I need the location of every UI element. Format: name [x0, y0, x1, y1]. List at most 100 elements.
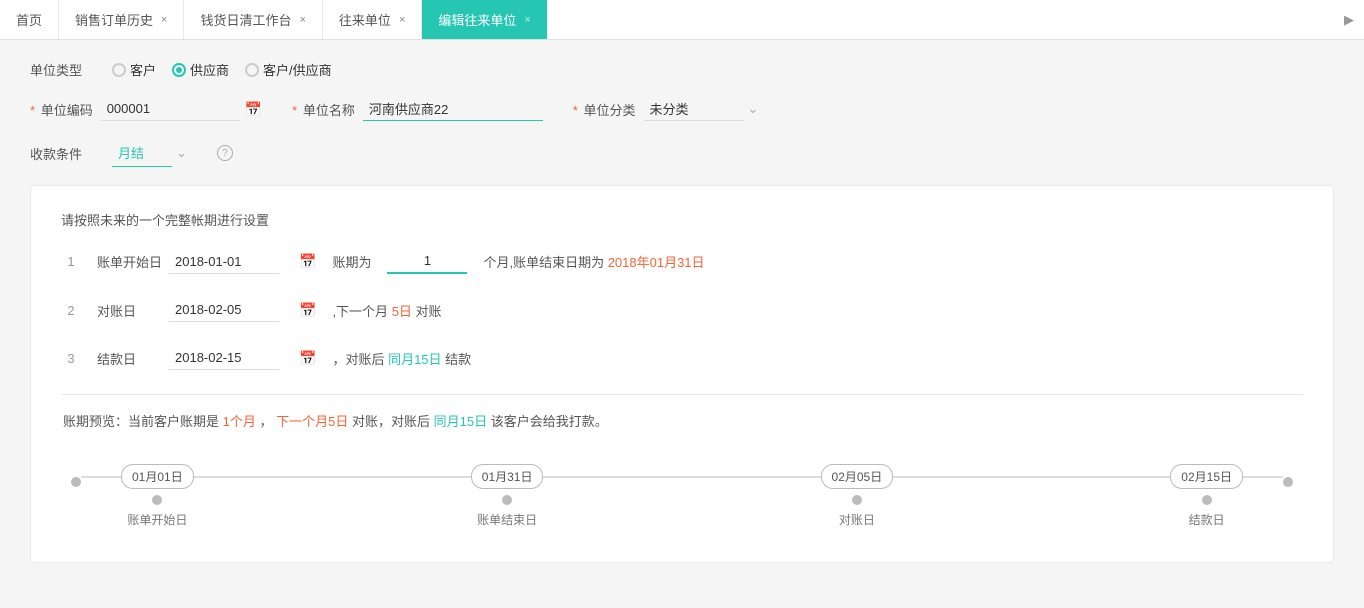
payment-terms-arrow[interactable]: ⌄	[176, 145, 187, 161]
timeline-sublabel-1: 账单开始日	[127, 511, 187, 528]
payment-terms-label: 收款条件	[30, 144, 82, 163]
radio-supplier[interactable]: 供应商	[172, 60, 229, 79]
period-cal-2[interactable]: 📅	[299, 302, 316, 319]
unit-type-radio-group: 客户 供应商 客户/供应商	[112, 60, 332, 79]
timeline-point-4: 02月15日 结款日	[1170, 464, 1243, 528]
unit-class-input[interactable]	[644, 97, 744, 121]
timeline-sublabel-4: 结款日	[1189, 511, 1225, 528]
timeline-right-dot	[1283, 477, 1293, 487]
radio-customer-label: 客户	[130, 60, 156, 79]
tab-home-label: 首页	[16, 10, 42, 29]
period-cal-1[interactable]: 📅	[299, 253, 316, 270]
unit-code-group: * 单位编码 📅	[30, 97, 262, 121]
tab-edit-partner-close[interactable]: ×	[524, 14, 530, 26]
timeline-badge-3: 02月05日	[821, 464, 894, 489]
period-num-2: 2	[61, 303, 81, 318]
tab-partner-unit-close[interactable]: ×	[399, 14, 405, 26]
tab-cash-work-label: 钱货日清工作台	[200, 10, 291, 29]
period-row-1: 1 账单开始日 📅 账期为 个月,账单结束日期为 2018年01月31日	[61, 249, 1303, 274]
unit-class-group: * 单位分类 ⌄	[573, 97, 804, 121]
timeline-dot-2	[502, 495, 512, 505]
tab-sales-history-label: 销售订单历史	[75, 10, 153, 29]
unit-code-label: * 单位编码	[30, 100, 93, 119]
period-row-2: 2 对账日 📅 ,下一个月 5日 对账	[61, 298, 1303, 322]
period-num-1: 1	[61, 254, 81, 269]
unit-class-star: *	[573, 103, 578, 118]
payment-terms-value[interactable]: 月结	[112, 139, 172, 167]
timeline-dot-4	[1202, 495, 1212, 505]
preview-sep1: ，	[260, 414, 273, 429]
payment-terms-dropdown: 月结 ⌄	[112, 139, 187, 167]
period-cal-3[interactable]: 📅	[299, 350, 316, 367]
tab-cash-work-close[interactable]: ×	[299, 14, 305, 26]
timeline-points: 01月01日 账单开始日 01月31日 账单结束日 02月05日 对账日 02月…	[81, 464, 1283, 528]
payment-terms-row: 收款条件 月结 ⌄ ?	[30, 139, 1334, 167]
radio-supplier-circle	[172, 63, 186, 77]
tab-bar: 首页 销售订单历史 × 钱货日清工作台 × 往来单位 × 编辑往来单位 × ▶	[0, 0, 1364, 40]
tab-edit-partner[interactable]: 编辑往来单位 ×	[422, 0, 547, 39]
timeline-badge-2: 01月31日	[471, 464, 544, 489]
timeline-badge-1: 01月01日	[121, 464, 194, 489]
timeline: 01月01日 账单开始日 01月31日 账单结束日 02月05日 对账日 02月…	[81, 454, 1283, 538]
radio-customer-supplier-label: 客户/供应商	[263, 60, 332, 79]
unit-type-label: 单位类型	[30, 60, 82, 79]
timeline-point-3: 02月05日 对账日	[821, 464, 894, 528]
unit-name-input[interactable]	[363, 97, 543, 121]
unit-class-label: * 单位分类	[573, 100, 636, 119]
unit-name-star: *	[292, 103, 297, 118]
unit-code-input[interactable]	[101, 97, 241, 121]
period-desc-2: ,下一个月 5日 对账	[332, 301, 441, 320]
period-num-3: 3	[61, 351, 81, 366]
unit-code-input-wrapper: 📅	[101, 97, 262, 121]
unit-name-label: * 单位名称	[292, 100, 355, 119]
period-row-3: 3 结款日 📅 ，对账后 同月15日 结款	[61, 346, 1303, 370]
unit-info-row: * 单位编码 📅 * 单位名称 * 单位分类 ⌄	[30, 97, 1334, 121]
main-content: 单位类型 客户 供应商 客户/供应商 * 单位编码 📅	[0, 40, 1364, 599]
preview-part1: 1个月	[223, 414, 256, 429]
period-label-2: 对账日	[97, 301, 153, 320]
tab-sales-history[interactable]: 销售订单历史 ×	[59, 0, 184, 39]
preview-text: 账期预览：当前客户账期是 1个月 ， 下一个月5日 对账，对账后 同月15日 该…	[61, 411, 1303, 430]
period-date-1[interactable]	[169, 250, 279, 274]
tab-partner-unit-label: 往来单位	[339, 10, 391, 29]
timeline-dot-1	[152, 495, 162, 505]
timeline-dot-3	[852, 495, 862, 505]
period-box-title: 请按照未来的一个完整帐期进行设置	[61, 210, 1303, 229]
radio-customer-supplier-circle	[245, 63, 259, 77]
preview-part3: 同月15日	[434, 414, 487, 429]
tab-cash-work[interactable]: 钱货日清工作台 ×	[184, 0, 322, 39]
tab-home[interactable]: 首页	[0, 0, 59, 39]
tab-sales-history-close[interactable]: ×	[161, 14, 167, 26]
period-desc-1: 账期为	[332, 252, 371, 271]
radio-customer-supplier[interactable]: 客户/供应商	[245, 60, 332, 79]
preview-sep3: 该客户会给我打款。	[491, 414, 608, 429]
period-date-2[interactable]	[169, 298, 279, 322]
period-label-3: 结款日	[97, 349, 153, 368]
tab-partner-unit[interactable]: 往来单位 ×	[323, 0, 422, 39]
unit-type-row: 单位类型 客户 供应商 客户/供应商	[30, 60, 1334, 79]
help-icon[interactable]: ?	[217, 145, 233, 161]
period-date-3[interactable]	[169, 346, 279, 370]
timeline-point-1: 01月01日 账单开始日	[121, 464, 194, 528]
period-desc-1-suffix: 个月,账单结束日期为 2018年01月31日	[483, 252, 704, 271]
radio-customer[interactable]: 客户	[112, 60, 156, 79]
preview-label: 账期预览：当前客户账期是	[63, 414, 219, 429]
unit-code-icon[interactable]: 📅	[245, 101, 262, 118]
radio-customer-circle	[112, 63, 126, 77]
unit-class-wrapper: ⌄	[644, 97, 804, 121]
timeline-left-dot	[71, 477, 81, 487]
tab-expand-button[interactable]: ▶	[1334, 0, 1364, 39]
preview-part2: 下一个月5日	[276, 414, 348, 429]
unit-class-chevron[interactable]: ⌄	[748, 101, 759, 117]
period-desc-1-prefix: 账期为	[332, 255, 371, 270]
tab-edit-partner-label: 编辑往来单位	[438, 10, 516, 29]
timeline-badge-4: 02月15日	[1170, 464, 1243, 489]
preview-sep2: 对账，对账后	[352, 414, 430, 429]
period-month-count[interactable]	[387, 249, 467, 274]
timeline-sublabel-3: 对账日	[839, 511, 875, 528]
timeline-sublabel-2: 账单结束日	[477, 511, 537, 528]
period-label-1: 账单开始日	[97, 252, 153, 271]
radio-supplier-label: 供应商	[190, 60, 229, 79]
unit-code-star: *	[30, 103, 35, 118]
timeline-point-2: 01月31日 账单结束日	[471, 464, 544, 528]
